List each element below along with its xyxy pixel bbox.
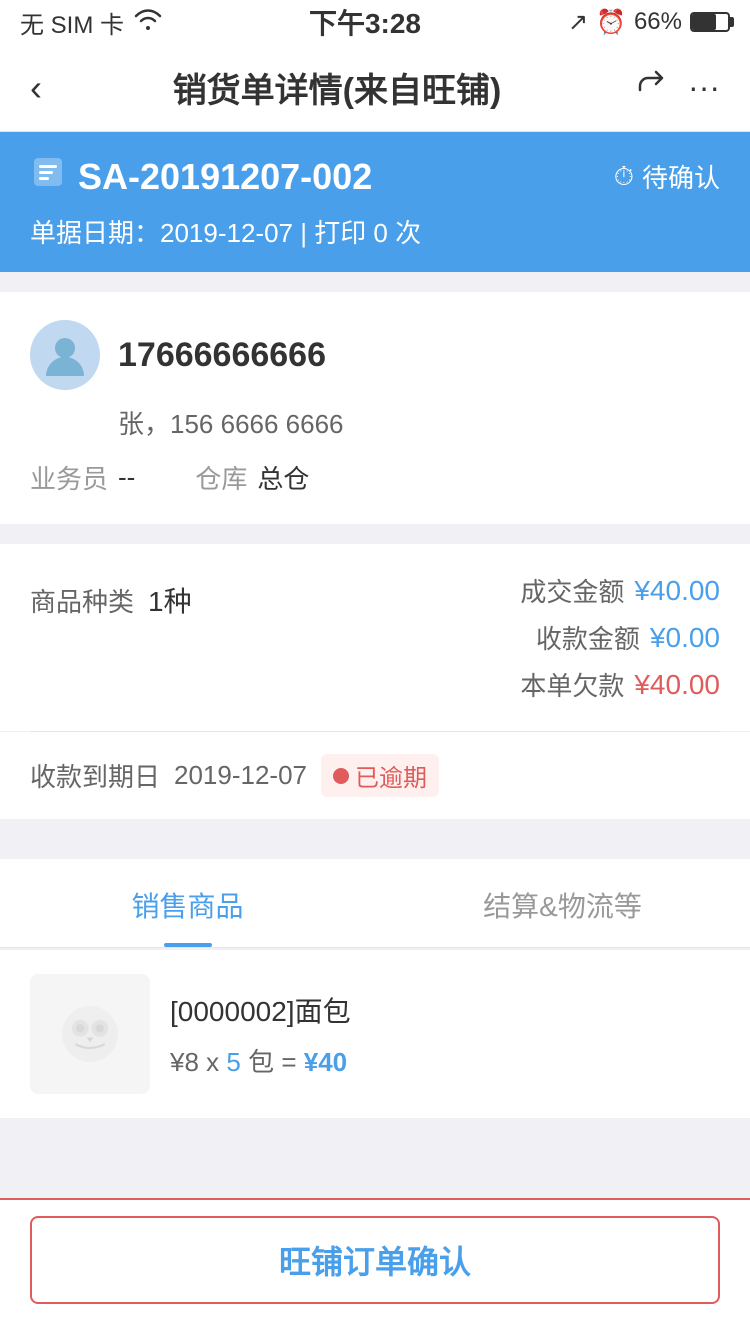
divider-1 — [0, 524, 750, 544]
status-right: ↗ ⏰ 66% — [568, 8, 730, 37]
product-unit: 包 — [248, 1047, 274, 1077]
product-item: [0000002]面包 ¥8 x 5 包 = ¥40 — [0, 950, 750, 1119]
nav-bar: ‹ 销货单详情(来自旺铺) ··· — [0, 44, 750, 132]
order-status-text: 待确认 — [642, 158, 720, 195]
transaction-amount-label: 成交金额 — [520, 572, 624, 609]
product-qty: 5 — [226, 1047, 240, 1077]
due-date-card: 收款到期日 2019-12-07 已逾期 — [0, 732, 750, 819]
wifi-icon — [134, 8, 162, 37]
overdue-dot-icon — [333, 768, 349, 784]
product-code: [0000002] — [170, 996, 295, 1027]
customer-name: 张，156 6666 6666 — [30, 404, 720, 441]
due-date-value: 2019-12-07 — [174, 760, 307, 791]
salesman-value: -- — [118, 462, 135, 493]
back-button[interactable]: ‹ — [30, 67, 42, 109]
clock-icon: ⏱ — [614, 161, 634, 193]
order-icon — [30, 154, 66, 199]
warehouse-value: 总仓 — [257, 459, 309, 496]
location-icon: ↗ — [568, 8, 588, 37]
collection-amount-label: 收款金额 — [536, 619, 640, 656]
carrier-label: 无 SIM 卡 — [20, 5, 124, 40]
product-list: [0000002]面包 ¥8 x 5 包 = ¥40 — [0, 950, 750, 1119]
order-header-top: SA-20191207-002 ⏱ 待确认 — [30, 154, 720, 199]
product-name: [0000002]面包 — [170, 990, 720, 1030]
warehouse-label: 仓库 — [195, 459, 247, 496]
more-icon[interactable]: ··· — [688, 69, 720, 106]
salesman-label: 业务员 — [30, 459, 108, 496]
order-date: 单据日期：2019-12-07 | 打印 0 次 — [30, 213, 720, 250]
tab-settlement[interactable]: 结算&物流等 — [375, 859, 750, 947]
product-price-row: ¥8 x 5 包 = ¥40 — [170, 1042, 720, 1079]
page-title: 销货单详情(来自旺铺) — [173, 63, 502, 112]
alarm-icon: ⏰ — [596, 8, 626, 37]
overdue-badge: 已逾期 — [321, 754, 439, 797]
customer-card: 17666666666 张，156 6666 6666 业务员 -- 仓库 总仓 — [0, 292, 750, 524]
product-title: 面包 — [295, 996, 351, 1027]
tabs-bar: 销售商品 结算&物流等 — [0, 859, 750, 948]
order-id: SA-20191207-002 — [30, 154, 372, 199]
battery-percent: 66% — [634, 8, 682, 36]
order-status: ⏱ 待确认 — [614, 158, 720, 195]
salesman-item: 业务员 -- — [30, 459, 135, 496]
transaction-amount-row: 成交金额 ¥40.00 — [520, 572, 720, 609]
customer-meta: 业务员 -- 仓库 总仓 — [30, 459, 720, 496]
collection-amount-row: 收款金额 ¥0.00 — [536, 619, 720, 656]
product-thumbnail — [30, 974, 150, 1094]
product-unit-price: ¥8 — [170, 1047, 199, 1077]
status-time: 下午3:28 — [309, 2, 421, 42]
collection-amount-value: ¥0.00 — [650, 622, 720, 654]
confirm-order-button[interactable]: 旺铺订单确认 — [30, 1216, 720, 1304]
avatar — [30, 320, 100, 390]
nav-actions: ··· — [632, 66, 720, 110]
status-bar: 无 SIM 卡 下午3:28 ↗ ⏰ 66% — [0, 0, 750, 44]
product-multiply: x — [206, 1047, 226, 1077]
due-date-label: 收款到期日 — [30, 757, 160, 794]
summary-card: 商品种类 1种 成交金额 ¥40.00 收款金额 ¥0.00 本单欠款 ¥40.… — [0, 544, 750, 731]
warehouse-item: 仓库 总仓 — [195, 459, 309, 496]
order-id-text: SA-20191207-002 — [78, 156, 372, 198]
owing-amount-value: ¥40.00 — [634, 669, 720, 701]
owing-amount-label: 本单欠款 — [520, 666, 624, 703]
share-icon[interactable] — [632, 66, 668, 110]
battery-icon — [690, 12, 730, 32]
summary-amounts: 成交金额 ¥40.00 收款金额 ¥0.00 本单欠款 ¥40.00 — [520, 572, 720, 703]
status-left: 无 SIM 卡 — [20, 5, 162, 40]
overdue-text: 已逾期 — [355, 758, 427, 793]
divider-2 — [0, 819, 750, 839]
product-info: [0000002]面包 ¥8 x 5 包 = ¥40 — [170, 990, 720, 1079]
tab-sales-goods[interactable]: 销售商品 — [0, 859, 375, 947]
product-equals: = — [281, 1047, 303, 1077]
goods-type-label: 商品种类 — [30, 582, 134, 619]
customer-phone: 17666666666 — [118, 336, 326, 375]
transaction-amount-value: ¥40.00 — [634, 575, 720, 607]
order-header-card: SA-20191207-002 ⏱ 待确认 单据日期：2019-12-07 | … — [0, 132, 750, 272]
owing-amount-row: 本单欠款 ¥40.00 — [520, 666, 720, 703]
customer-top: 17666666666 — [30, 320, 720, 390]
goods-type-value: 1种 — [148, 580, 192, 620]
product-total: ¥40 — [304, 1047, 347, 1077]
bottom-bar: 旺铺订单确认 — [0, 1198, 750, 1334]
